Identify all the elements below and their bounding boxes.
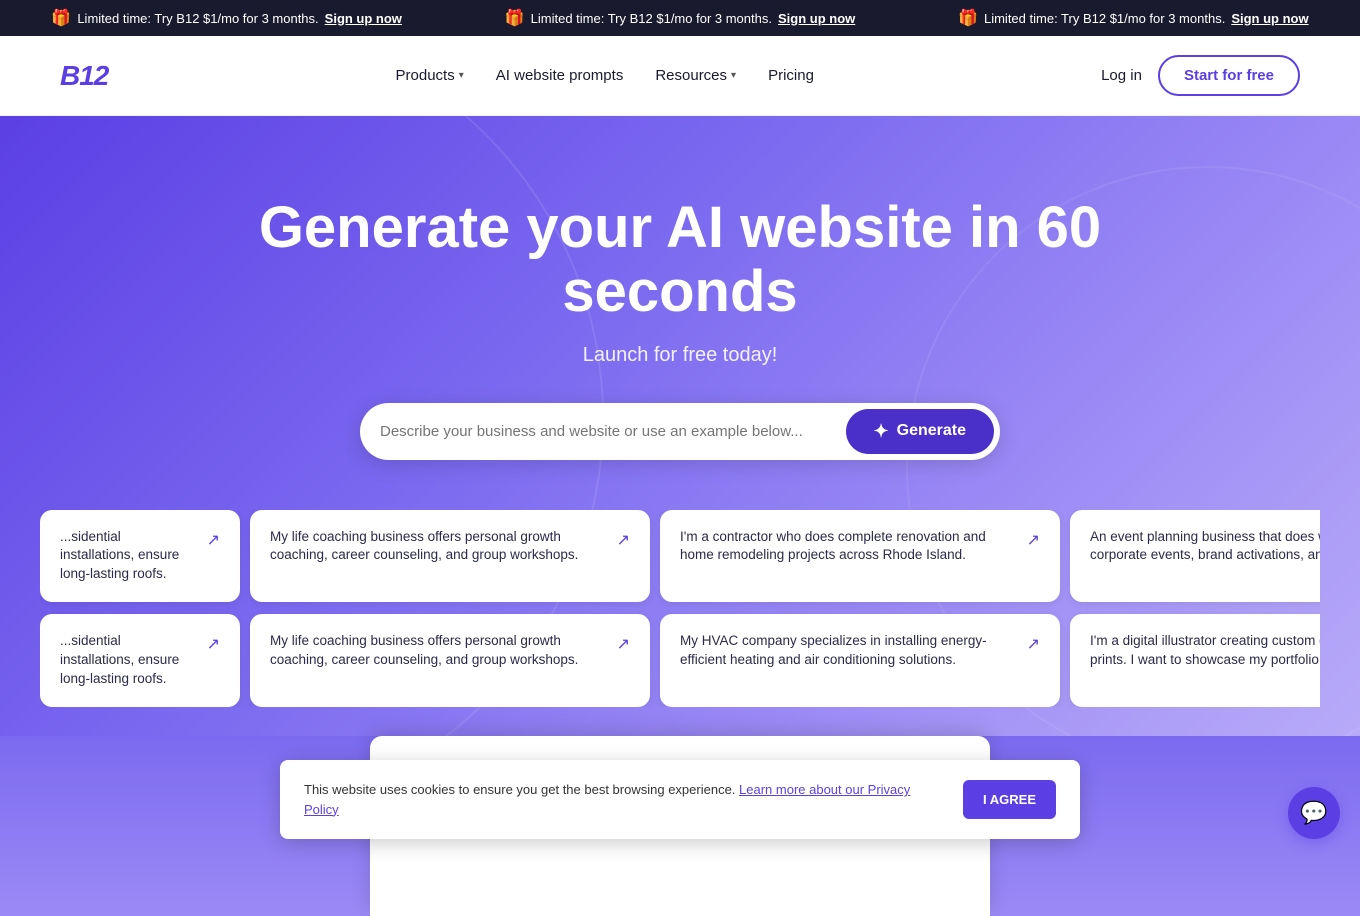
- arrow-icon: ↗: [617, 634, 630, 656]
- banner-link-2[interactable]: Sign up now: [778, 11, 855, 26]
- chevron-down-icon-2: ▾: [731, 70, 736, 81]
- nav-pricing[interactable]: Pricing: [768, 67, 814, 84]
- banner-item-2: 🎁 Limited time: Try B12 $1/mo for 3 mont…: [505, 8, 856, 28]
- example-cards-container: ...sidential installations, ensure long-…: [40, 510, 1320, 707]
- nav-resources[interactable]: Resources ▾: [655, 67, 736, 84]
- arrow-icon: ↗: [617, 530, 630, 552]
- card-partial-0[interactable]: ...sidential installations, ensure long-…: [40, 510, 240, 603]
- gift-icon-2: 🎁: [505, 8, 525, 28]
- logo[interactable]: B12: [60, 60, 108, 92]
- chat-icon: 💬: [1300, 800, 1327, 826]
- banner-text-1: Limited time: Try B12 $1/mo for 3 months…: [77, 11, 318, 26]
- banner-text-3: Limited time: Try B12 $1/mo for 3 months…: [984, 11, 1225, 26]
- cards-row-1: ...sidential installations, ensure long-…: [40, 510, 1320, 603]
- cards-row-2: ...sidential installations, ensure long-…: [40, 614, 1320, 707]
- banner-link-1[interactable]: Sign up now: [325, 11, 402, 26]
- arrow-icon: ↗: [1027, 634, 1040, 656]
- chevron-down-icon: ▾: [459, 70, 464, 81]
- cookie-agree-button[interactable]: I AGREE: [963, 780, 1056, 819]
- card-partial-1[interactable]: ...sidential installations, ensure long-…: [40, 614, 240, 707]
- list-item[interactable]: I'm a digital illustrator creating custo…: [1070, 614, 1320, 707]
- sparkle-icon: ✦: [874, 421, 889, 442]
- navigation: Products ▾ AI website prompts Resources …: [396, 67, 814, 84]
- generate-button[interactable]: ✦ Generate: [846, 409, 994, 454]
- list-item[interactable]: My life coaching business offers persona…: [250, 614, 650, 707]
- nav-ai-prompts[interactable]: AI website prompts: [496, 67, 624, 84]
- hero-subtitle: Launch for free today!: [583, 344, 778, 367]
- list-item[interactable]: I'm a contractor who does complete renov…: [660, 510, 1060, 603]
- start-for-free-button[interactable]: Start for free: [1158, 55, 1300, 96]
- list-item[interactable]: An event planning business that does wed…: [1070, 510, 1320, 603]
- promo-banner: 🎁 Limited time: Try B12 $1/mo for 3 mont…: [0, 0, 1360, 36]
- nav-actions: Log in Start for free: [1101, 55, 1300, 96]
- hero-title: Generate your AI website in 60 seconds: [230, 196, 1130, 324]
- arrow-icon: ↗: [207, 634, 220, 656]
- header: B12 Products ▾ AI website prompts Resour…: [0, 36, 1360, 116]
- banner-item-1: 🎁 Limited time: Try B12 $1/mo for 3 mont…: [51, 8, 402, 28]
- banner-text-2: Limited time: Try B12 $1/mo for 3 months…: [531, 11, 772, 26]
- search-input[interactable]: [380, 423, 846, 440]
- gift-icon-1: 🎁: [51, 8, 71, 28]
- arrow-icon: ↗: [207, 530, 220, 552]
- list-item[interactable]: My life coaching business offers persona…: [250, 510, 650, 603]
- nav-products[interactable]: Products ▾: [396, 67, 464, 84]
- login-button[interactable]: Log in: [1101, 67, 1142, 84]
- list-item[interactable]: My HVAC company specializes in installin…: [660, 614, 1060, 707]
- gift-icon-3: 🎁: [958, 8, 978, 28]
- banner-item-3: 🎁 Limited time: Try B12 $1/mo for 3 mont…: [958, 8, 1309, 28]
- arrow-icon: ↗: [1027, 530, 1040, 552]
- business-description-search[interactable]: ✦ Generate: [360, 403, 1000, 460]
- cookie-text: This website uses cookies to ensure you …: [304, 780, 939, 819]
- cookie-banner: This website uses cookies to ensure you …: [280, 760, 1080, 839]
- hero-section: Generate your AI website in 60 seconds L…: [0, 116, 1360, 736]
- chat-button[interactable]: 💬: [1288, 787, 1340, 839]
- banner-link-3[interactable]: Sign up now: [1231, 11, 1308, 26]
